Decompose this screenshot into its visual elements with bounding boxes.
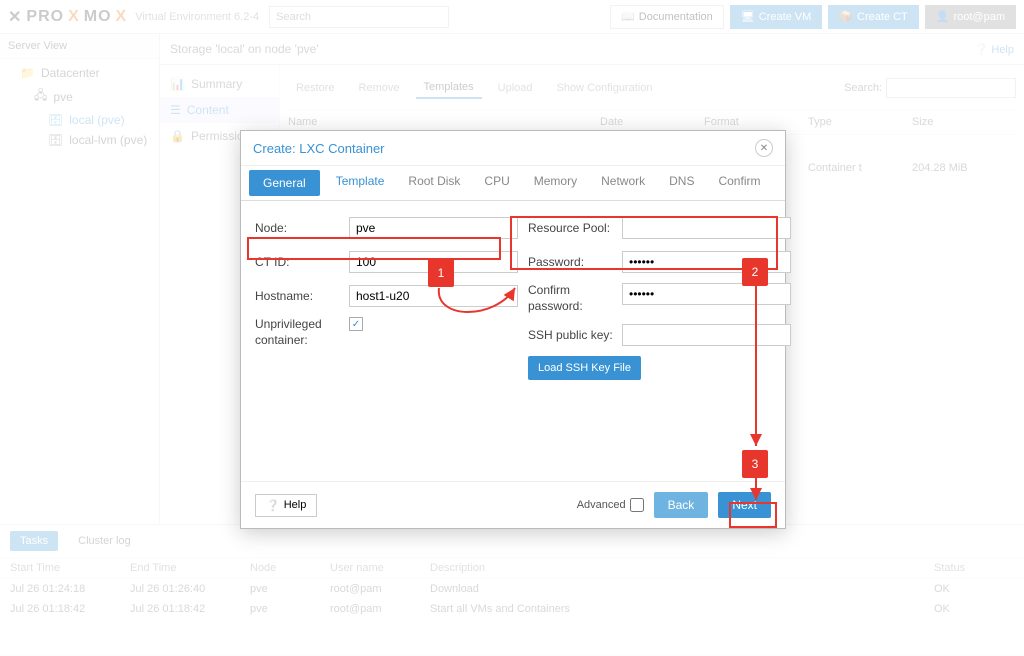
modal-tab-template[interactable]: Template <box>324 166 397 200</box>
tb-search-input[interactable] <box>886 78 1016 98</box>
tb-restore[interactable]: Restore <box>288 78 343 98</box>
annotation-number-3: 3 <box>742 450 768 478</box>
tree-node-label: pve <box>53 90 72 104</box>
help-link[interactable]: ❔ Help <box>975 43 1014 56</box>
confirm-password-label: Confirm password: <box>528 283 614 314</box>
task-node: pve <box>250 603 330 615</box>
row-type: Container t <box>808 162 912 174</box>
modal-close-button[interactable]: ✕ <box>755 139 773 157</box>
modal-tab-dns: DNS <box>657 166 706 200</box>
task-status: OK <box>934 583 1014 595</box>
modal-tab-memory: Memory <box>522 166 589 200</box>
tb-upload[interactable]: Upload <box>490 78 541 98</box>
user-menu-button[interactable]: 👤 root@pam <box>925 5 1016 29</box>
advanced-label: Advanced <box>577 499 626 511</box>
user-label: root@pam <box>953 11 1005 23</box>
modal-title: Create: LXC Container <box>253 141 385 156</box>
tcol-desc[interactable]: Description <box>430 562 934 574</box>
create-ct-label: Create CT <box>857 11 908 23</box>
tb-search-label: Search: <box>844 82 882 94</box>
tree-storage-local-lvm-label: local-lvm (pve) <box>69 133 147 147</box>
version-label: Virtual Environment 6.2-4 <box>135 11 259 23</box>
create-vm-button[interactable]: 🖥 Create VM <box>730 5 823 29</box>
back-button[interactable]: Back <box>654 492 709 518</box>
task-row[interactable]: Jul 26 01:18:42 Jul 26 01:18:42 pve root… <box>0 599 1024 619</box>
help-link-label: Help <box>991 44 1014 56</box>
tree-storage-local-label: local (pve) <box>69 113 124 127</box>
nav-content-label: Content <box>187 103 229 117</box>
task-status: OK <box>934 603 1014 615</box>
annotation-number-1: 1 <box>428 259 454 287</box>
node-label: Node: <box>255 221 341 235</box>
hostname-label: Hostname: <box>255 289 341 303</box>
advanced-checkbox[interactable] <box>630 498 644 512</box>
tree-storage-local-lvm[interactable]: 🗄 local-lvm (pve) <box>0 130 159 150</box>
tcol-node[interactable]: Node <box>250 562 330 574</box>
nav-content[interactable]: ☰ Content <box>160 97 279 123</box>
tcol-status[interactable]: Status <box>934 562 1014 574</box>
modal-tab-general[interactable]: General <box>249 170 320 196</box>
nav-summary[interactable]: 📊 Summary <box>160 71 279 97</box>
content-title: Storage 'local' on node 'pve' <box>170 42 319 56</box>
server-view-label[interactable]: Server View <box>0 34 159 59</box>
hostname-input[interactable] <box>349 285 518 307</box>
task-node: pve <box>250 583 330 595</box>
create-ct-button[interactable]: 📦 Create CT <box>828 5 918 29</box>
sshkey-input[interactable] <box>622 324 791 346</box>
col-size[interactable]: Size <box>912 116 1016 128</box>
tree-datacenter[interactable]: 📁 Datacenter <box>0 63 159 83</box>
create-vm-label: Create VM <box>759 11 812 23</box>
annotation-box-3 <box>729 502 777 528</box>
task-desc: Download <box>430 583 934 595</box>
modal-tab-confirm: Confirm <box>706 166 772 200</box>
annotation-box-2 <box>510 216 778 270</box>
load-ssh-key-button[interactable]: Load SSH Key File <box>528 356 641 380</box>
tree-datacenter-label: Datacenter <box>41 66 100 80</box>
tree-node-pve[interactable]: 🖧 pve <box>0 83 159 110</box>
tree-storage-local[interactable]: 🗄 local (pve) <box>0 110 159 130</box>
documentation-label: Documentation <box>639 11 713 23</box>
global-search-input[interactable] <box>269 6 449 28</box>
documentation-button[interactable]: 📖 Documentation <box>610 5 724 29</box>
annotation-box-1 <box>247 237 501 260</box>
task-end: Jul 26 01:26:40 <box>130 583 250 595</box>
modal-tab-rootdisk: Root Disk <box>396 166 472 200</box>
task-row[interactable]: Jul 26 01:24:18 Jul 26 01:26:40 pve root… <box>0 579 1024 599</box>
col-name[interactable]: Name <box>288 116 600 128</box>
node-select[interactable] <box>349 217 518 239</box>
task-end: Jul 26 01:18:42 <box>130 603 250 615</box>
tcol-end[interactable]: End Time <box>130 562 250 574</box>
sshkey-label: SSH public key: <box>528 328 614 342</box>
col-date[interactable]: Date <box>600 116 704 128</box>
nav-summary-label: Summary <box>191 77 242 91</box>
tcol-start[interactable]: Start Time <box>10 562 130 574</box>
tab-cluster-log[interactable]: Cluster log <box>68 531 141 551</box>
task-start: Jul 26 01:24:18 <box>10 583 130 595</box>
tab-tasks[interactable]: Tasks <box>10 531 58 551</box>
annotation-number-2: 2 <box>742 258 768 286</box>
tb-show-config[interactable]: Show Configuration <box>549 78 661 98</box>
tb-remove[interactable]: Remove <box>351 78 408 98</box>
modal-help-label: Help <box>284 499 307 511</box>
task-user: root@pam <box>330 603 430 615</box>
tb-templates[interactable]: Templates <box>416 77 482 99</box>
unprivileged-checkbox[interactable]: ✓ <box>349 317 363 331</box>
unpriv-label: Unprivileged container: <box>255 317 341 348</box>
task-desc: Start all VMs and Containers <box>430 603 934 615</box>
confirm-password-input[interactable] <box>622 283 791 305</box>
modal-help-button[interactable]: ❔ Help <box>255 494 317 517</box>
tcol-user[interactable]: User name <box>330 562 430 574</box>
col-format[interactable]: Format <box>704 116 808 128</box>
task-start: Jul 26 01:18:42 <box>10 603 130 615</box>
col-type[interactable]: Type <box>808 116 912 128</box>
create-lxc-modal: Create: LXC Container ✕ General Template… <box>240 130 786 529</box>
product-logo: ✕PROXMOX <box>8 7 127 27</box>
modal-tab-network: Network <box>589 166 657 200</box>
row-size: 204.28 MiB <box>912 162 1016 174</box>
task-user: root@pam <box>330 583 430 595</box>
modal-tab-cpu: CPU <box>472 166 521 200</box>
